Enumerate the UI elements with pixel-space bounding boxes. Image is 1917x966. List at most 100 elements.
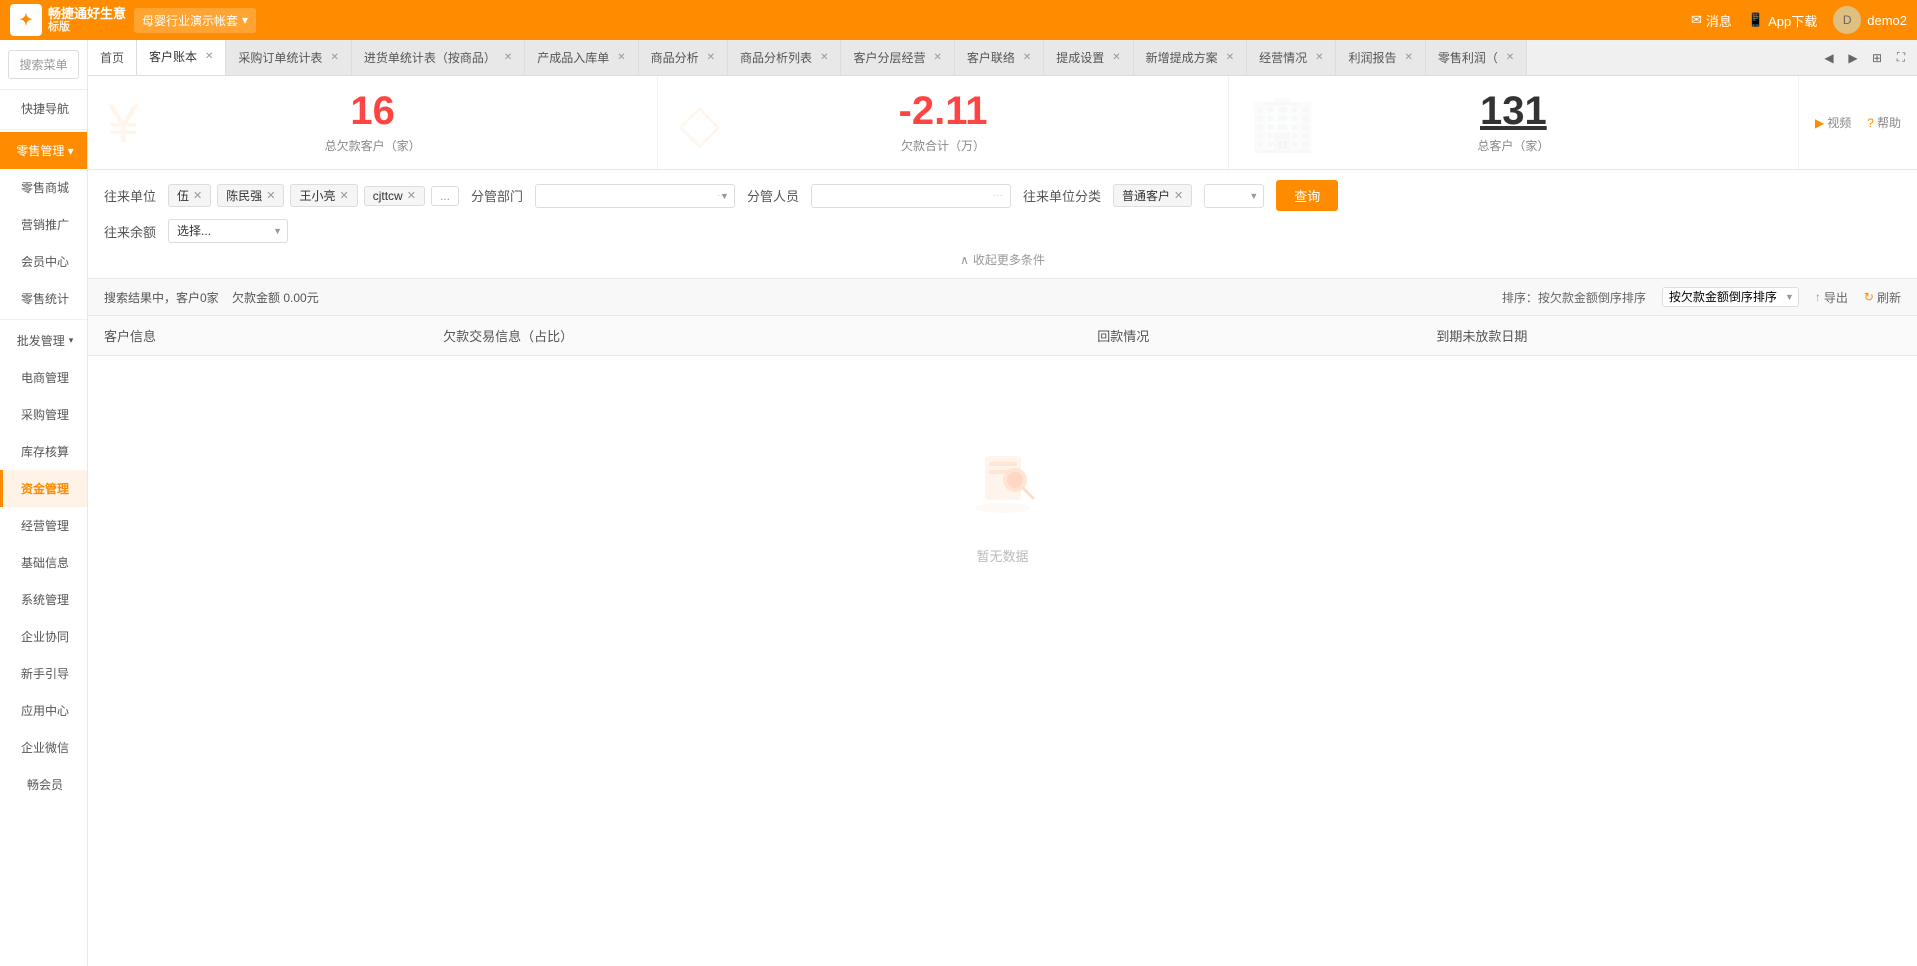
close-icon[interactable]: ✕ — [504, 52, 512, 63]
close-icon[interactable]: ✕ — [1023, 52, 1031, 63]
message-icon: ✉ — [1691, 12, 1702, 28]
sidebar-item-app-center[interactable]: 应用中心 — [0, 692, 87, 729]
app-download-btn[interactable]: 📱 App下载 — [1748, 11, 1817, 30]
close-icon[interactable]: ✕ — [1112, 52, 1120, 63]
search-menu-button[interactable]: 搜索菜单 — [8, 50, 79, 79]
close-icon[interactable]: ✕ — [205, 51, 213, 62]
close-icon[interactable]: ✕ — [330, 52, 338, 63]
tab-product-analysis-list[interactable]: 商品分析列表 ✕ — [728, 40, 841, 76]
data-table: 客户信息 欠款交易信息（占比） 回款情况 到期未放款日期 — [88, 316, 1917, 356]
dept-filter-label: 分管部门 — [471, 186, 523, 205]
balance-select[interactable]: 选择... — [168, 219, 288, 243]
sidebar-item-new-guide[interactable]: 新手引导 — [0, 655, 87, 692]
sidebar-item-wholesale[interactable]: 批发管理 ▾ — [0, 322, 87, 359]
sidebar-quick-nav[interactable]: 快捷导航 — [0, 90, 87, 127]
tab-scroll-left-btn[interactable]: ◀ — [1819, 48, 1839, 68]
stat-value-total: 131 — [1480, 91, 1547, 131]
question-icon: ? — [1867, 116, 1874, 130]
video-btn[interactable]: ▶ 视频 — [1815, 114, 1851, 131]
sidebar-item-vip-member[interactable]: 畅会员 — [0, 766, 87, 803]
sidebar-item-sys-mgmt[interactable]: 系统管理 — [0, 581, 87, 618]
filter-tag-wangxiaoliang: 王小亮 ✕ — [290, 184, 357, 207]
sidebar-item-finance[interactable]: 资金管理 — [0, 470, 87, 507]
tab-expand-btn[interactable]: ⊞ — [1867, 48, 1887, 68]
tab-add-commission-plan[interactable]: 新增提成方案 ✕ — [1134, 40, 1247, 76]
tab-commission-settings[interactable]: 提成设置 ✕ — [1044, 40, 1133, 76]
remove-tag-wu[interactable]: ✕ — [193, 189, 202, 202]
unit-filter-label: 往来单位 — [104, 186, 156, 205]
empty-icon — [963, 436, 1043, 530]
tab-scroll-right-btn[interactable]: ▶ — [1843, 48, 1863, 68]
tab-home[interactable]: 首页 — [88, 40, 137, 76]
filter-tag-more[interactable]: ... — [431, 186, 459, 206]
export-icon: ↑ — [1815, 290, 1821, 304]
sidebar-item-enterprise-wechat[interactable]: 企业微信 — [0, 729, 87, 766]
close-icon[interactable]: ✕ — [617, 52, 625, 63]
col-due-date: 到期未放款日期 — [1420, 316, 1917, 356]
download-icon: 📱 — [1748, 12, 1764, 28]
stat-value-amount: -2.11 — [899, 91, 988, 131]
sidebar-item-enterprise-coop[interactable]: 企业协同 — [0, 618, 87, 655]
close-icon[interactable]: ✕ — [707, 52, 715, 63]
stat-block-amount: ◇ -2.11 欠款合计（万） — [658, 76, 1228, 169]
close-icon[interactable]: ✕ — [1315, 52, 1323, 63]
sidebar-item-marketing[interactable]: 营销推广 — [0, 206, 87, 243]
close-icon[interactable]: ✕ — [933, 52, 941, 63]
stats-bar-actions: ▶ 视频 ? 帮助 — [1799, 114, 1917, 131]
sort-select[interactable]: 按欠款金额倒序排序 — [1662, 287, 1799, 307]
tab-retail-profit[interactable]: 零售利润（ ✕ — [1426, 40, 1527, 76]
close-icon[interactable]: ✕ — [1405, 52, 1413, 63]
stat-bg-icon-3: 🏢 — [1249, 90, 1317, 155]
play-icon: ▶ — [1815, 116, 1824, 130]
sidebar-item-member-center[interactable]: 会员中心 — [0, 243, 87, 280]
tab-profit-report[interactable]: 利润报告 ✕ — [1336, 40, 1425, 76]
user-avatar[interactable]: D demo2 — [1833, 6, 1907, 34]
sidebar-item-operations[interactable]: 经营管理 — [0, 507, 87, 544]
tab-purchase-stats-by-product[interactable]: 进货单统计表（按商品） ✕ — [352, 40, 525, 76]
sidebar-item-purchase[interactable]: 采购管理 — [0, 396, 87, 433]
tab-customer-tier[interactable]: 客户分层经营 ✕ — [841, 40, 954, 76]
filter-tag-wu: 伍 ✕ — [168, 184, 211, 207]
remove-tag-wangxiaoliang[interactable]: ✕ — [340, 189, 349, 202]
tab-customer-contact[interactable]: 客户联络 ✕ — [955, 40, 1044, 76]
avatar: D — [1833, 6, 1861, 34]
sidebar-item-basic-info[interactable]: 基础信息 — [0, 544, 87, 581]
tab-product-analysis[interactable]: 商品分析 ✕ — [639, 40, 728, 76]
close-icon[interactable]: ✕ — [820, 52, 828, 63]
sidebar-item-retail-stats[interactable]: 零售统计 — [0, 280, 87, 317]
help-btn[interactable]: ? 帮助 — [1867, 114, 1901, 131]
remove-tag-normal-customer[interactable]: ✕ — [1174, 189, 1183, 202]
staff-input[interactable] — [811, 184, 1011, 208]
refresh-btn[interactable]: ↻ 刷新 — [1864, 289, 1901, 306]
tab-fullscreen-btn[interactable]: ⛶ — [1891, 48, 1911, 68]
close-icon[interactable]: ✕ — [1506, 52, 1514, 63]
sidebar-item-retail-mall[interactable]: 零售商城 — [0, 169, 87, 206]
enterprise-select[interactable]: 母婴行业演示帐套 ▾ — [134, 8, 256, 33]
collapse-btn[interactable]: ∧ 收起更多条件 — [960, 251, 1045, 268]
unit-class-select[interactable] — [1204, 184, 1264, 208]
dept-input[interactable] — [535, 184, 735, 208]
export-btn[interactable]: ↑ 导出 — [1815, 289, 1848, 306]
filter-tag-chenminqiang: 陈民强 ✕ — [217, 184, 284, 207]
sidebar-item-ecommerce[interactable]: 电商管理 — [0, 359, 87, 396]
filter-area: 往来单位 伍 ✕ 陈民强 ✕ 王小亮 ✕ cjttcw — [88, 170, 1917, 279]
tab-bar: 首页 客户账本 ✕ 采购订单统计表 ✕ 进货单统计表（按商品） ✕ 产成品入库单… — [88, 40, 1917, 76]
tab-operations-situation[interactable]: 经营情况 ✕ — [1247, 40, 1336, 76]
tabs-scroll: 首页 客户账本 ✕ 采购订单统计表 ✕ 进货单统计表（按商品） ✕ 产成品入库单… — [88, 40, 1819, 76]
tab-customer-ledger[interactable]: 客户账本 ✕ — [137, 40, 226, 76]
dept-dots-icon: ··· — [717, 190, 727, 201]
sidebar-item-retail-mgmt[interactable]: 零售管理 ▾ — [0, 132, 87, 169]
message-btn[interactable]: ✉ 消息 — [1691, 11, 1732, 30]
filter-tag-cjttcw: cjttcw ✕ — [364, 186, 425, 206]
query-button[interactable]: 查询 — [1276, 180, 1338, 211]
result-bar: 搜索结果中，客户0家 欠款金额 0.00元 排序：按欠款金额倒序排序 按欠款金额… — [88, 279, 1917, 316]
sidebar-item-inventory[interactable]: 库存核算 — [0, 433, 87, 470]
sort-label: 排序：按欠款金额倒序排序 — [1502, 289, 1646, 306]
tab-purchase-order-stats[interactable]: 采购订单统计表 ✕ — [226, 40, 351, 76]
stat-label-amount: 欠款合计（万） — [901, 137, 985, 154]
close-icon[interactable]: ✕ — [1226, 52, 1234, 63]
remove-tag-cjttcw[interactable]: ✕ — [407, 189, 416, 202]
remove-tag-chenminqiang[interactable]: ✕ — [266, 189, 275, 202]
tab-product-inbound[interactable]: 产成品入库单 ✕ — [525, 40, 638, 76]
result-bar-right: 排序：按欠款金额倒序排序 按欠款金额倒序排序 ↑ 导出 ↻ 刷新 — [1502, 287, 1901, 307]
